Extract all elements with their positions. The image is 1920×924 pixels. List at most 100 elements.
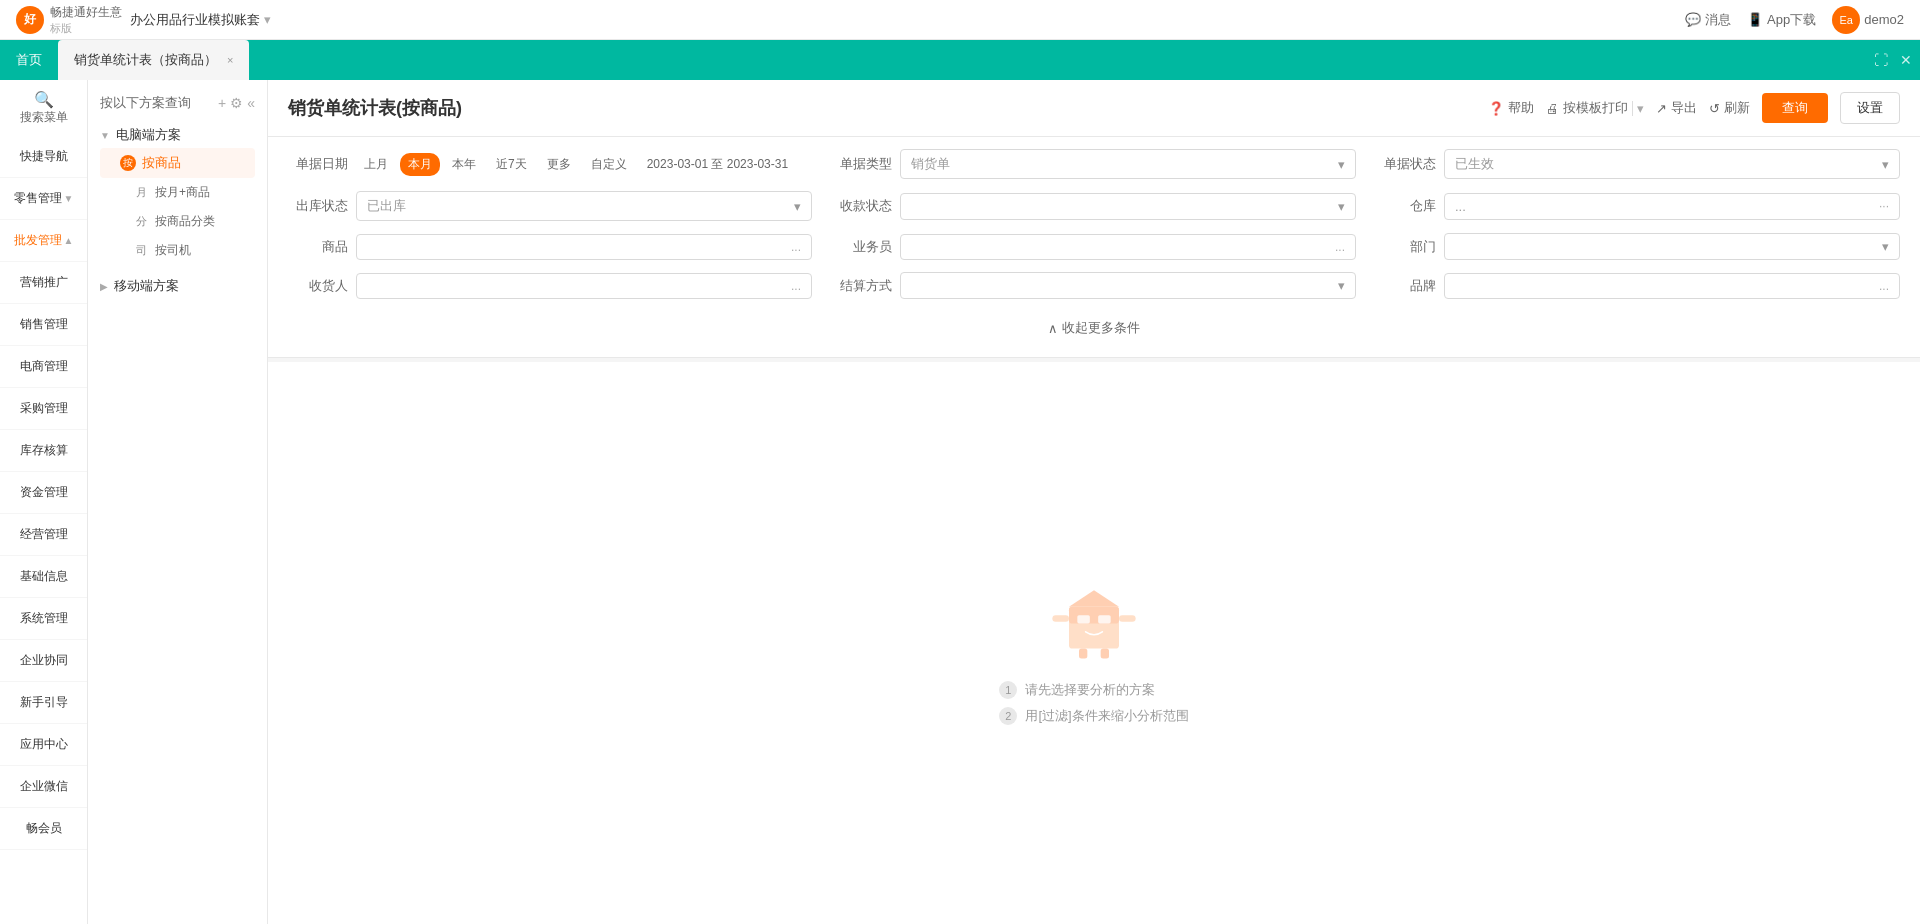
print-dropdown-icon[interactable]: ▾ <box>1632 101 1644 116</box>
brand-label: 品牌 <box>1376 277 1436 295</box>
empty-state: 1 请先选择要分析的方案 2 用[过滤]条件来缩小分析范围 <box>268 362 1920 924</box>
type-control: 销货单 ▾ <box>900 149 1356 179</box>
export-button[interactable]: ↗ 导出 <box>1656 99 1697 117</box>
industry-selector[interactable]: 办公用品行业模拟账套 ▾ <box>130 11 271 29</box>
date-tab-this-month[interactable]: 本月 <box>400 153 440 176</box>
query-button[interactable]: 查询 <box>1762 93 1828 123</box>
date-tab-this-year[interactable]: 本年 <box>444 153 484 176</box>
scheme-category-mobile: ▶ 移动端方案 <box>88 269 267 303</box>
empty-steps: 1 请先选择要分析的方案 2 用[过滤]条件来缩小分析范围 <box>999 681 1188 725</box>
sidebar: 🔍 搜索菜单 快捷导航 零售管理 ▼ 批发管理 ▲ 营销推广 销售管理 电商管理… <box>0 80 88 924</box>
user-profile[interactable]: Ea demo2 <box>1832 6 1904 34</box>
content: 按以下方案查询 + ⚙ « ▼ 电脑端方案 按 按商品 <box>88 80 1920 924</box>
scheme-category-header-mobile[interactable]: ▶ 移动端方案 <box>100 273 255 299</box>
sidebar-item-sales[interactable]: 销售管理 <box>0 304 87 346</box>
staff-dots-icon[interactable]: ... <box>1335 240 1345 254</box>
scheme-sub-item-driver[interactable]: 司 按司机 <box>100 236 255 265</box>
sidebar-item-wholesale[interactable]: 批发管理 ▲ <box>0 220 87 262</box>
right-panel: 销货单统计表(按商品) ❓ 帮助 🖨 按模板打印 ▾ <box>268 80 1920 924</box>
sidebar-item-retail[interactable]: 零售管理 ▼ <box>0 178 87 220</box>
goods-label: 商品 <box>288 238 348 256</box>
dept-label: 部门 <box>1376 238 1436 256</box>
sidebar-item-system[interactable]: 系统管理 <box>0 598 87 640</box>
tab-close-icon[interactable]: × <box>227 54 233 66</box>
sidebar-item-quick-nav[interactable]: 快捷导航 <box>0 136 87 178</box>
help-button[interactable]: ❓ 帮助 <box>1488 99 1534 117</box>
scheme-settings-button[interactable]: ⚙ <box>230 95 243 111</box>
filter-item-staff: 业务员 ... <box>832 234 1356 260</box>
logo-icon: 好 <box>16 6 44 34</box>
filter-item-status: 单据状态 已生效 ▾ <box>1376 149 1900 179</box>
sidebar-item-purchase[interactable]: 采购管理 <box>0 388 87 430</box>
sidebar-item-basic-info[interactable]: 基础信息 <box>0 556 87 598</box>
warehouse-input[interactable]: 已出库 ▾ <box>356 191 812 221</box>
receiver-dots-icon[interactable]: ... <box>791 279 801 293</box>
date-tab-7days[interactable]: 近7天 <box>488 153 535 176</box>
scheme-add-button[interactable]: + <box>218 95 226 111</box>
storage-input[interactable]: ... ··· <box>1444 193 1900 220</box>
tab-active[interactable]: 销货单统计表（按商品） × <box>58 40 249 80</box>
sidebar-item-tutorial[interactable]: 新手引导 <box>0 682 87 724</box>
tab-home[interactable]: 首页 <box>0 40 58 80</box>
date-control: 上月 本月 本年 近7天 更多 自定义 2023-03-01 至 2023-03… <box>356 153 812 176</box>
app-download-button[interactable]: 📱 App下载 <box>1747 11 1816 29</box>
receipt-dropdown-icon: ▾ <box>1338 199 1345 214</box>
empty-illustration <box>1044 561 1144 661</box>
sidebar-item-wechat[interactable]: 企业微信 <box>0 766 87 808</box>
scheme-collapse-button[interactable]: « <box>247 95 255 111</box>
print-button[interactable]: 🖨 按模板打印 ▾ <box>1546 99 1644 117</box>
filter-item-receiver: 收货人 ... <box>288 273 812 299</box>
filter-item-type: 单据类型 销货单 ▾ <box>832 149 1356 179</box>
settings-button[interactable]: 设置 <box>1840 92 1900 124</box>
storage-dots-icon[interactable]: ··· <box>1879 199 1889 213</box>
message-icon: 💬 <box>1685 12 1701 27</box>
scheme-sub-item-month-goods[interactable]: 月 按月+商品 <box>100 178 255 207</box>
filter-item-dept: 部门 ▾ <box>1376 233 1900 260</box>
maximize-icon[interactable]: ⛶ ✕ <box>1874 52 1912 68</box>
scheme-sub-item-category[interactable]: 分 按商品分类 <box>100 207 255 236</box>
avatar: Ea <box>1832 6 1860 34</box>
receipt-input[interactable]: ▾ <box>900 193 1356 220</box>
receiver-input[interactable]: ... <box>356 273 812 299</box>
page-content: 按以下方案查询 + ⚙ « ▼ 电脑端方案 按 按商品 <box>88 80 1920 924</box>
date-tab-last-month[interactable]: 上月 <box>356 153 396 176</box>
payment-label: 结算方式 <box>832 277 892 295</box>
scheme-item-by-goods[interactable]: 按 按商品 <box>100 148 255 178</box>
payment-control: ▾ <box>900 272 1356 299</box>
filter-item-storage: 仓库 ... ··· <box>1376 193 1900 220</box>
sidebar-item-ecommerce[interactable]: 电商管理 <box>0 346 87 388</box>
brand-input[interactable]: ... <box>1444 273 1900 299</box>
page-header: 销货单统计表(按商品) ❓ 帮助 🖨 按模板打印 ▾ <box>268 80 1920 137</box>
sidebar-item-inventory[interactable]: 库存核算 <box>0 430 87 472</box>
receiver-label: 收货人 <box>288 277 348 295</box>
staff-control: ... <box>900 234 1356 260</box>
collapse-button[interactable]: ∧ 收起更多条件 <box>288 311 1900 345</box>
type-dropdown-icon: ▾ <box>1338 157 1345 172</box>
status-control: 已生效 ▾ <box>1444 149 1900 179</box>
sidebar-item-app-center[interactable]: 应用中心 <box>0 724 87 766</box>
sidebar-item-marketing[interactable]: 营销推广 <box>0 262 87 304</box>
filter-row-1: 单据日期 上月 本月 本年 近7天 更多 自定义 20 <box>288 149 1900 179</box>
type-input[interactable]: 销货单 ▾ <box>900 149 1356 179</box>
scheme-category-header-desktop[interactable]: ▼ 电脑端方案 <box>100 122 255 148</box>
page-actions: ❓ 帮助 🖨 按模板打印 ▾ ↗ 导出 <box>1488 92 1900 124</box>
date-tab-custom[interactable]: 自定义 <box>583 153 635 176</box>
goods-input[interactable]: ... <box>356 234 812 260</box>
sidebar-item-cooperation[interactable]: 企业协同 <box>0 640 87 682</box>
storage-label: 仓库 <box>1376 197 1436 215</box>
refresh-button[interactable]: ↺ 刷新 <box>1709 99 1750 117</box>
date-tab-more[interactable]: 更多 <box>539 153 579 176</box>
sidebar-item-finance[interactable]: 资金管理 <box>0 472 87 514</box>
svg-marker-4 <box>1069 590 1119 607</box>
dept-input[interactable]: ▾ <box>1444 233 1900 260</box>
sidebar-item-operations[interactable]: 经营管理 <box>0 514 87 556</box>
warehouse-control: 已出库 ▾ <box>356 191 812 221</box>
staff-input[interactable]: ... <box>900 234 1356 260</box>
payment-input[interactable]: ▾ <box>900 272 1356 299</box>
goods-dots-icon[interactable]: ... <box>791 240 801 254</box>
message-button[interactable]: 💬 消息 <box>1685 11 1731 29</box>
sidebar-item-member[interactable]: 畅会员 <box>0 808 87 850</box>
brand-dots-icon[interactable]: ... <box>1879 279 1889 293</box>
status-input[interactable]: 已生效 ▾ <box>1444 149 1900 179</box>
search-menu[interactable]: 🔍 搜索菜单 <box>0 80 87 136</box>
